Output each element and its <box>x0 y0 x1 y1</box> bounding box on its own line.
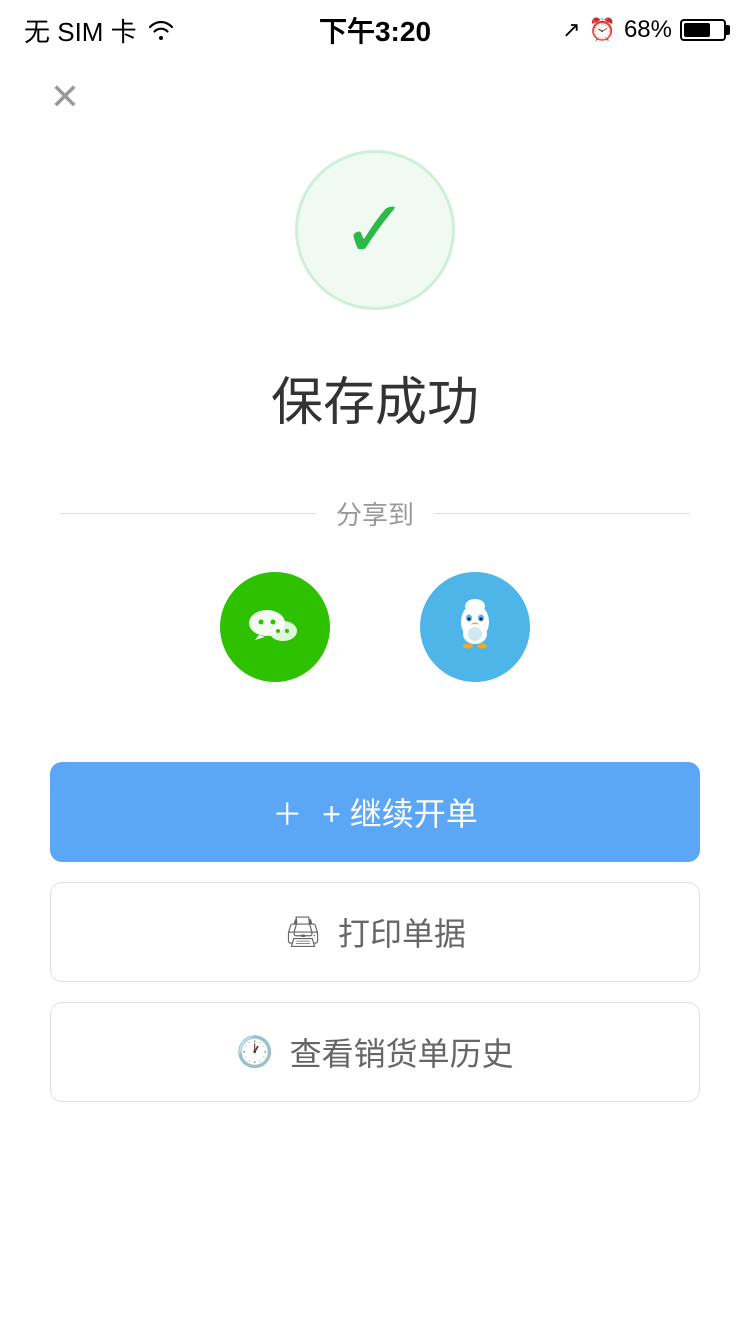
status-right: ↗ ⏰ 68% <box>562 16 726 44</box>
sim-status: 无 SIM 卡 <box>24 12 137 49</box>
success-icon-circle: ✓ <box>295 150 455 310</box>
success-title: 保存成功 <box>271 360 479 435</box>
qq-icon <box>444 596 506 658</box>
main-content: ✓ 保存成功 分享到 <box>0 60 750 1102</box>
share-divider: 分享到 <box>0 495 750 532</box>
close-icon: ✕ <box>50 79 80 115</box>
history-button[interactable]: 🕐 查看销货单历史 <box>50 1002 700 1102</box>
battery-fill <box>684 23 710 37</box>
status-left: 无 SIM 卡 <box>24 12 175 49</box>
close-button[interactable]: ✕ <box>40 72 90 122</box>
status-time: 下午3:20 <box>319 10 431 50</box>
location-icon: ↗ <box>562 17 580 43</box>
print-button[interactable]: 🖨 打印单据 <box>50 882 700 982</box>
status-bar: 无 SIM 卡 下午3:20 ↗ ⏰ 68% <box>0 0 750 60</box>
battery-percent: 68% <box>624 16 672 44</box>
buttons-section: ＋ + 继续开单 🖨 打印单据 🕐 查看销货单历史 <box>0 762 750 1102</box>
wechat-share-button[interactable] <box>220 572 330 682</box>
history-label: 查看销货单历史 <box>290 1029 514 1075</box>
alarm-icon: ⏰ <box>589 17 616 43</box>
divider-line-left <box>60 513 316 514</box>
continue-label: + 继续开单 <box>322 789 478 835</box>
plus-icon: ＋ <box>272 790 302 834</box>
divider-line-right <box>434 513 690 514</box>
wechat-icon <box>241 593 309 661</box>
qq-share-button[interactable] <box>420 572 530 682</box>
share-label: 分享到 <box>316 495 434 532</box>
battery-icon <box>680 19 726 41</box>
print-label: 打印单据 <box>338 909 466 955</box>
print-icon: 🖨 <box>284 915 322 950</box>
share-row <box>220 572 530 682</box>
wifi-icon <box>147 19 175 41</box>
checkmark-icon: ✓ <box>341 190 408 270</box>
continue-button[interactable]: ＋ + 继续开单 <box>50 762 700 862</box>
clock-icon: 🕐 <box>236 1035 273 1070</box>
